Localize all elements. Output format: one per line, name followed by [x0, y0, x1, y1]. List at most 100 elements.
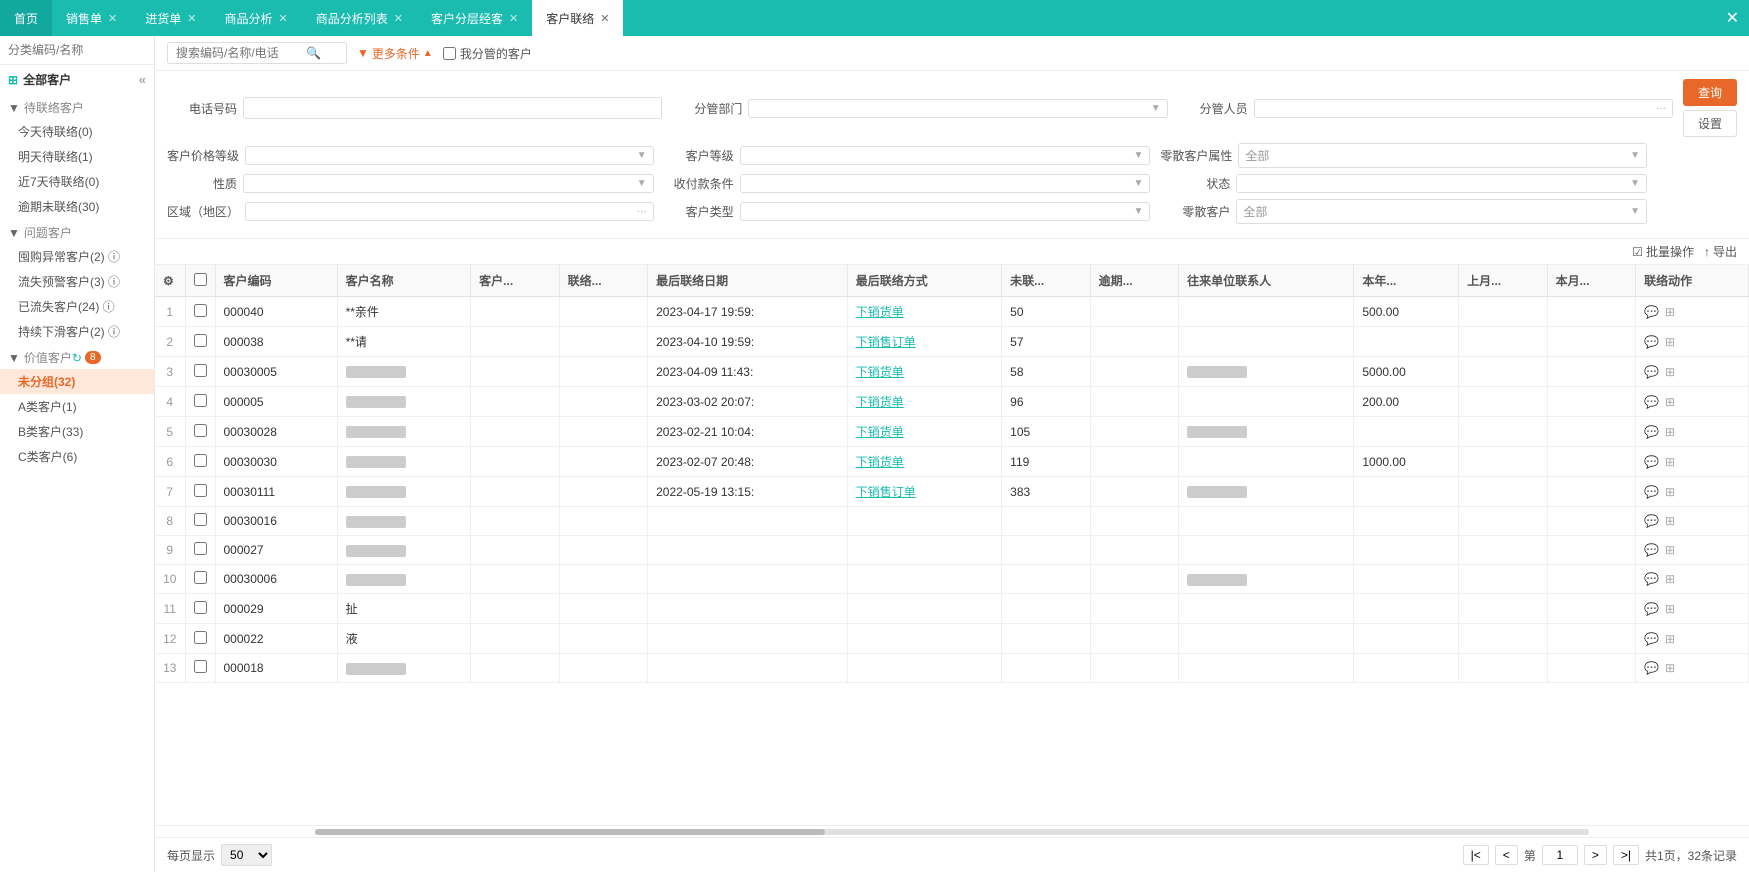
sidebar-item-tomorrow[interactable]: 明天待联络(1)	[0, 144, 154, 169]
tab-customer-tier[interactable]: 客户分层经客 ✕	[417, 0, 532, 36]
query-button[interactable]: 查询	[1683, 79, 1737, 106]
tab-goods-list[interactable]: 商品分析列表 ✕	[302, 0, 417, 36]
close-icon[interactable]: ✕	[394, 12, 403, 25]
row-checkbox[interactable]	[185, 357, 215, 387]
message-icon[interactable]: 💬	[1644, 305, 1659, 319]
group-value-customers[interactable]: ▼ 价值客户 ↻ 8	[0, 344, 154, 369]
grid-action-icon[interactable]: ⊞	[1665, 335, 1675, 349]
retail-customer-select[interactable]: 全部▼	[1236, 199, 1647, 224]
customer-level-select[interactable]: ▼	[740, 146, 1151, 165]
close-all-button[interactable]: ✕	[1716, 8, 1749, 28]
sidebar-item-today[interactable]: 今天待联络(0)	[0, 119, 154, 144]
sidebar-item-7days[interactable]: 近7天待联络(0)	[0, 169, 154, 194]
tab-customer-contact[interactable]: 客户联络 ✕	[532, 0, 623, 36]
grid-action-icon[interactable]: ⊞	[1665, 425, 1675, 439]
select-all-checkbox[interactable]	[194, 273, 207, 286]
sidebar-search-input[interactable]	[8, 43, 155, 57]
row-checkbox[interactable]	[185, 654, 215, 683]
message-icon[interactable]: 💬	[1644, 661, 1659, 675]
row-checkbox[interactable]	[185, 327, 215, 357]
grid-action-icon[interactable]: ⊞	[1665, 602, 1675, 616]
grid-action-icon[interactable]: ⊞	[1665, 514, 1675, 528]
group-pending-contact[interactable]: ▼ 待联络客户	[0, 94, 154, 119]
row-checkbox[interactable]	[185, 297, 215, 327]
sidebar-item-class-b[interactable]: B类客户(33)	[0, 419, 154, 444]
collapse-icon[interactable]: «	[139, 72, 146, 87]
sidebar-item-class-c[interactable]: C类客户(6)	[0, 444, 154, 469]
phone-input[interactable]	[243, 97, 662, 119]
grid-action-icon[interactable]: ⊞	[1665, 455, 1675, 469]
grid-action-icon[interactable]: ⊞	[1665, 661, 1675, 675]
close-icon[interactable]: ✕	[279, 12, 288, 25]
refresh-icon[interactable]: ↻	[72, 351, 82, 365]
sidebar-item-churned[interactable]: 已流失客户(24) ⓘ	[0, 294, 154, 319]
customer-type-select[interactable]: ▼	[740, 202, 1151, 221]
grid-action-icon[interactable]: ⊞	[1665, 572, 1675, 586]
per-page-select[interactable]: 50 100	[221, 844, 272, 866]
message-icon[interactable]: 💬	[1644, 543, 1659, 557]
sidebar-item-class-a[interactable]: A类客户(1)	[0, 394, 154, 419]
grid-action-icon[interactable]: ⊞	[1665, 395, 1675, 409]
sidebar-item-abnormal[interactable]: 囤购异常客户(2) ⓘ	[0, 244, 154, 269]
message-icon[interactable]: 💬	[1644, 602, 1659, 616]
person-select[interactable]: ···	[1254, 99, 1673, 118]
sidebar-item-ungroup[interactable]: 未分组(32)	[0, 369, 154, 394]
my-customers-checkbox[interactable]: 我分管的客户	[443, 45, 532, 62]
page-input[interactable]	[1542, 845, 1578, 865]
tab-sales[interactable]: 销售单 ✕	[52, 0, 131, 36]
grid-action-icon[interactable]: ⊞	[1665, 632, 1675, 646]
grid-action-icon[interactable]: ⊞	[1665, 543, 1675, 557]
message-icon[interactable]: 💬	[1644, 485, 1659, 499]
message-icon[interactable]: 💬	[1644, 395, 1659, 409]
last-page-button[interactable]: >|	[1613, 845, 1639, 865]
next-page-button[interactable]: >	[1584, 845, 1607, 865]
close-icon[interactable]: ✕	[108, 12, 117, 25]
grid-action-icon[interactable]: ⊞	[1665, 485, 1675, 499]
sidebar-item-declining[interactable]: 持续下滑客户(2) ⓘ	[0, 319, 154, 344]
message-icon[interactable]: 💬	[1644, 365, 1659, 379]
row-checkbox[interactable]	[185, 387, 215, 417]
sidebar-item-overdue[interactable]: 逾期未联络(30)	[0, 194, 154, 219]
prev-page-button[interactable]: <	[1495, 845, 1518, 865]
grid-action-icon[interactable]: ⊞	[1665, 305, 1675, 319]
more-filters-button[interactable]: ▼ 更多条件 ▲	[357, 45, 433, 62]
export-button[interactable]: ↑ 导出	[1704, 243, 1737, 260]
my-customers-check[interactable]	[443, 47, 456, 60]
col-settings[interactable]: ⚙	[155, 265, 185, 297]
search-box[interactable]: 🔍	[167, 42, 347, 64]
status-select[interactable]: ▼	[1236, 174, 1647, 193]
tab-purchase[interactable]: 进货单 ✕	[131, 0, 210, 36]
first-page-button[interactable]: |<	[1463, 845, 1489, 865]
row-checkbox[interactable]	[185, 417, 215, 447]
row-checkbox[interactable]	[185, 536, 215, 565]
reset-button[interactable]: 设置	[1683, 110, 1737, 137]
sidebar-search-box[interactable]: 🔍	[0, 36, 154, 65]
close-icon[interactable]: ✕	[187, 12, 196, 25]
nature-select[interactable]: ▼	[243, 174, 654, 193]
grid-action-icon[interactable]: ⊞	[1665, 365, 1675, 379]
retail-attr-select[interactable]: 全部▼	[1238, 143, 1647, 168]
search-input[interactable]	[176, 46, 306, 60]
region-select[interactable]: ···	[245, 202, 654, 221]
row-checkbox[interactable]	[185, 507, 215, 536]
group-problem-customers[interactable]: ▼ 问题客户	[0, 219, 154, 244]
close-icon[interactable]: ✕	[509, 12, 518, 25]
message-icon[interactable]: 💬	[1644, 572, 1659, 586]
close-icon[interactable]: ✕	[600, 12, 609, 25]
row-checkbox[interactable]	[185, 447, 215, 477]
message-icon[interactable]: 💬	[1644, 335, 1659, 349]
price-level-select[interactable]: ▼	[245, 146, 654, 165]
message-icon[interactable]: 💬	[1644, 632, 1659, 646]
tab-goods-analysis[interactable]: 商品分析 ✕	[210, 0, 301, 36]
batch-ops-button[interactable]: ☑ 批量操作	[1632, 243, 1694, 260]
message-icon[interactable]: 💬	[1644, 425, 1659, 439]
payment-select[interactable]: ▼	[740, 174, 1151, 193]
sidebar-item-churn-warning[interactable]: 流失预警客户(3) ⓘ	[0, 269, 154, 294]
tab-home[interactable]: 首页	[0, 0, 52, 36]
row-checkbox[interactable]	[185, 477, 215, 507]
dept-select[interactable]: ▼	[748, 99, 1167, 118]
message-icon[interactable]: 💬	[1644, 455, 1659, 469]
col-checkbox[interactable]	[185, 265, 215, 297]
all-customers-header[interactable]: ⊞ 全部客户 «	[0, 65, 154, 94]
row-checkbox[interactable]	[185, 594, 215, 624]
